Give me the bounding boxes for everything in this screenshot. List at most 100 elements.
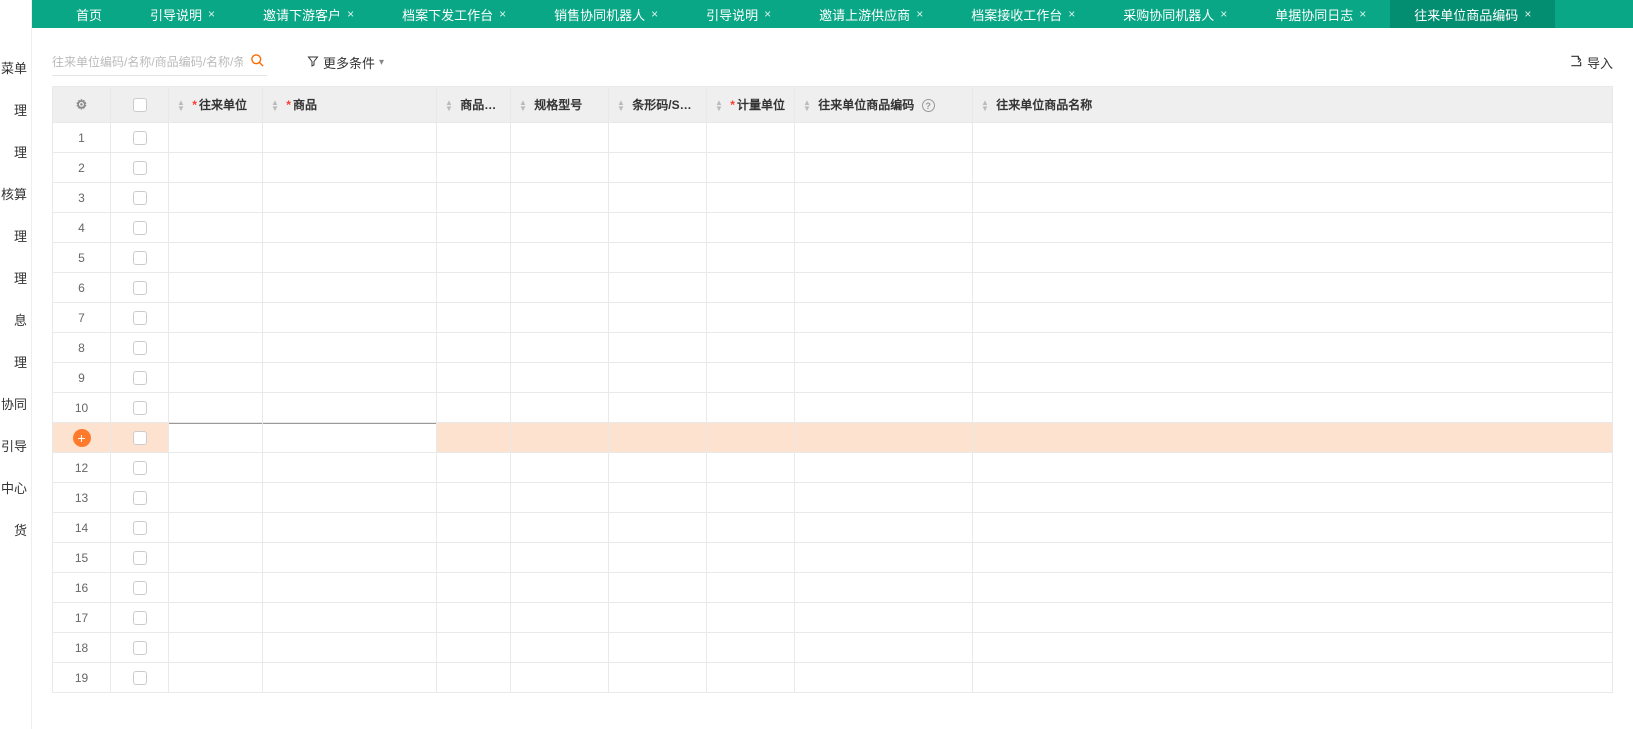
cell-partner[interactable] [169,123,263,153]
cell-partner-name[interactable] [973,363,1613,393]
cell-goods[interactable] [263,333,437,363]
add-row-button[interactable]: + [73,429,91,447]
cell-goods[interactable] [263,273,437,303]
cell-spec[interactable] [511,453,609,483]
cell-barcode[interactable] [609,633,707,663]
cell-spec[interactable] [511,183,609,213]
cell-partner[interactable] [169,633,263,663]
table-row[interactable]: 15 [53,543,1613,573]
cell-partner[interactable] [169,243,263,273]
cell-spec[interactable] [511,603,609,633]
cell-partner-name[interactable] [973,573,1613,603]
row-check-cell[interactable] [111,303,169,333]
cell-goods[interactable] [263,303,437,333]
cell-spec[interactable] [511,513,609,543]
column-spec[interactable]: ▲▼ 规格型号 [511,87,609,123]
cell-goods[interactable] [263,603,437,633]
sidebar-item[interactable]: 核算 [0,172,31,214]
table-row[interactable]: 17 [53,603,1613,633]
cell-partner[interactable] [169,333,263,363]
cell-barcode[interactable] [609,213,707,243]
column-partner[interactable]: ▲▼ *往来单位 [169,87,263,123]
table-row[interactable]: 6 [53,273,1613,303]
cell-barcode[interactable] [609,303,707,333]
cell-brand[interactable] [437,183,511,213]
checkbox[interactable] [133,521,147,535]
cell-partner-name[interactable] [973,183,1613,213]
cell-barcode[interactable] [609,603,707,633]
close-icon[interactable]: × [1220,8,1227,20]
close-icon[interactable]: × [764,8,771,20]
row-check-cell[interactable] [111,243,169,273]
row-check-cell[interactable] [111,363,169,393]
row-check-cell[interactable] [111,153,169,183]
cell-unit[interactable] [707,663,795,693]
cell-goods[interactable] [263,213,437,243]
close-icon[interactable]: × [651,8,658,20]
cell-brand[interactable] [437,363,511,393]
row-check-cell[interactable] [111,183,169,213]
cell-spec[interactable] [511,543,609,573]
cell-partner[interactable] [169,183,263,213]
cell-goods[interactable] [263,183,437,213]
cell-unit[interactable] [707,183,795,213]
tab[interactable]: 首页 [52,0,126,28]
close-icon[interactable]: × [1524,8,1531,20]
tab[interactable]: 邀请下游客户× [239,0,378,28]
cell-unit[interactable] [707,453,795,483]
cell-partner[interactable] [169,303,263,333]
cell-brand[interactable] [437,243,511,273]
sidebar-item[interactable]: 引导 [0,424,31,466]
cell-partner-code[interactable] [795,603,973,633]
sidebar-item[interactable]: 息 [0,298,31,340]
row-check-cell[interactable] [111,393,169,423]
sidebar-item[interactable]: 理 [0,88,31,130]
tab[interactable]: 档案接收工作台× [947,0,1099,28]
tab[interactable]: 采购协同机器人× [1099,0,1251,28]
row-check-cell[interactable] [111,483,169,513]
cell-unit[interactable] [707,333,795,363]
cell-partner-name[interactable] [973,393,1613,423]
cell-spec[interactable] [511,243,609,273]
cell-unit[interactable] [707,303,795,333]
close-icon[interactable]: × [499,8,506,20]
cell-partner[interactable] [169,543,263,573]
table-row[interactable]: 3 [53,183,1613,213]
row-check-cell[interactable] [111,453,169,483]
checkbox[interactable] [133,641,147,655]
row-check-cell[interactable] [111,213,169,243]
column-settings[interactable]: ⚙ [53,87,111,123]
checkbox[interactable] [133,581,147,595]
cell-partner-code[interactable] [795,243,973,273]
table-row[interactable]: 18 [53,633,1613,663]
cell-brand[interactable] [437,303,511,333]
column-goods[interactable]: ▲▼ *商品 [263,87,437,123]
search-input[interactable] [52,48,267,76]
checkbox[interactable] [133,131,147,145]
cell-unit[interactable] [707,123,795,153]
cell-partner[interactable] [169,273,263,303]
cell-barcode[interactable] [609,393,707,423]
cell-partner-code[interactable] [795,303,973,333]
cell-partner[interactable] [169,393,263,423]
cell-spec[interactable] [511,303,609,333]
table-row[interactable]: 5 [53,243,1613,273]
checkbox[interactable] [133,431,147,445]
cell-partner[interactable] [169,603,263,633]
cell-goods[interactable] [263,663,437,693]
cell-unit[interactable] [707,243,795,273]
cell-partner-code[interactable] [795,663,973,693]
close-icon[interactable]: × [1359,8,1366,20]
cell-partner-code[interactable] [795,123,973,153]
cell-spec[interactable] [511,123,609,153]
row-check-cell[interactable] [111,603,169,633]
search-icon[interactable] [250,53,265,72]
cell-brand[interactable] [437,213,511,243]
close-icon[interactable]: × [347,8,354,20]
checkbox[interactable] [133,491,147,505]
cell-brand[interactable] [437,663,511,693]
cell-spec[interactable] [511,423,609,453]
cell-partner-name[interactable] [973,663,1613,693]
cell-spec[interactable] [511,633,609,663]
cell-partner-code[interactable] [795,423,973,453]
